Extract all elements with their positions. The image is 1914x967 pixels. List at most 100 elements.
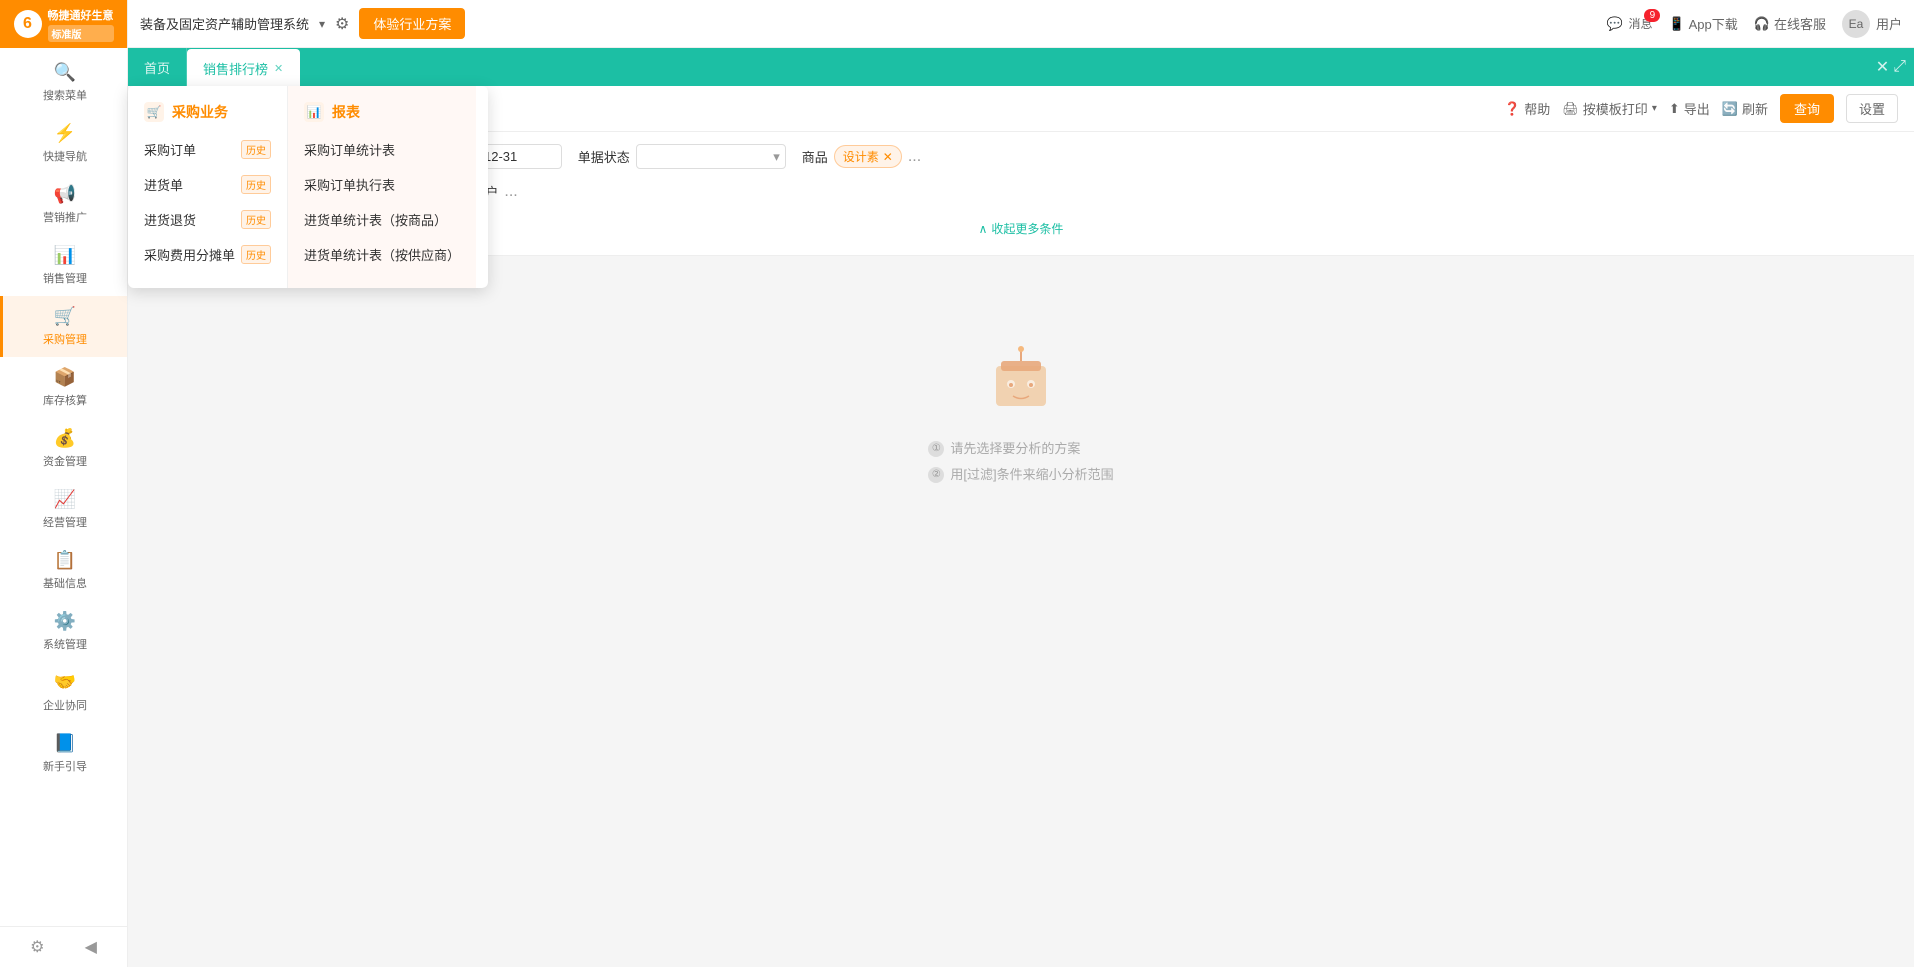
dropdown-item-purchase-order[interactable]: 采购订单 历史	[128, 132, 287, 167]
tab-close-icon[interactable]: ✕	[274, 62, 283, 75]
product-filter-dots[interactable]: ...	[908, 148, 921, 166]
sales-icon: 📊	[54, 245, 76, 266]
dropdown-col-purchase-header: 🛒 采购业务	[128, 102, 287, 132]
voucher-status-select-wrapper: ▾	[636, 144, 786, 169]
dropdown-item-goods-stats-supplier[interactable]: 进货单统计表（按供应商）	[288, 237, 476, 272]
dropdown-item-goods-return[interactable]: 进货退货 历史	[128, 202, 287, 237]
operations-icon: 📈	[54, 489, 76, 510]
sidebar-item-label: 企业协同	[43, 697, 87, 713]
sidebar-logo: 6 畅捷通好生意 标准版	[0, 0, 127, 48]
dropdown-col-report: 📊 报表 采购订单统计表 采购订单执行表 进货单统计表（按商品） 进货单统计表（…	[288, 86, 476, 288]
topbar: 装备及固定资产辅助管理系统 ▾ ⚙ 体验行业方案 💬 9 消息 📱 App下载 …	[128, 0, 1914, 48]
sidebar-item-search[interactable]: 🔍 搜索菜单	[0, 52, 127, 113]
logo-badge: 标准版	[48, 25, 114, 42]
refresh-button[interactable]: 🔄 刷新	[1722, 99, 1768, 118]
sidebar-nav: 🔍 搜索菜单 ⚡ 快捷导航 📢 营销推广 📊 销售管理 🛒 采购管理 📦 库存核…	[0, 48, 127, 926]
refresh-icon: 🔄	[1722, 101, 1738, 117]
system-dropdown-button[interactable]: ▾	[319, 17, 325, 31]
product-label: 商品	[802, 147, 828, 166]
avatar-initial: Ea	[1849, 17, 1864, 31]
enterprise-icon: 🤝	[54, 672, 76, 693]
online-service-label: 在线客服	[1774, 14, 1826, 33]
search-icon: 🔍	[54, 62, 76, 83]
sidebar-item-label: 搜索菜单	[43, 87, 87, 103]
tip-text-2: 用[过滤]条件来缩小分析范围	[950, 462, 1113, 488]
sidebar-item-quicknav[interactable]: ⚡ 快捷导航	[0, 113, 127, 174]
dropdown-item-label: 进货单	[144, 175, 183, 194]
headset-icon: 🎧	[1754, 16, 1770, 32]
marketing-icon: 📢	[54, 184, 76, 205]
dropdown-item-purchase-order-stats[interactable]: 采购订单统计表	[288, 132, 476, 167]
customer-filter-dots[interactable]: ...	[504, 183, 517, 201]
sidebar-item-purchase[interactable]: 🛒 采购管理	[0, 296, 127, 357]
collapse-arrow-icon: ∧	[979, 222, 988, 236]
settings-gear-button[interactable]: ⚙	[335, 14, 349, 34]
report-col-icon: 📊	[304, 102, 324, 122]
tabbar: 首页 销售排行榜 ✕ ✕ ⤢	[128, 48, 1914, 86]
sidebar-collapse-button[interactable]: ◀	[85, 937, 97, 957]
sidebar-item-system[interactable]: ⚙️ 系统管理	[0, 601, 127, 662]
dropdown-item-goods-receipt[interactable]: 进货单 历史	[128, 167, 287, 202]
sidebar-item-inventory[interactable]: 📦 库存核算	[0, 357, 127, 418]
voucher-status-select[interactable]	[636, 144, 786, 169]
purchase-col-title: 采购业务	[172, 102, 228, 122]
settings-button[interactable]: 设置	[1846, 94, 1898, 123]
online-service-button[interactable]: 🎧 在线客服	[1754, 14, 1826, 33]
quicknav-icon: ⚡	[54, 123, 76, 144]
sidebar-item-basic[interactable]: 📋 基础信息	[0, 540, 127, 601]
history-badge: 历史	[241, 175, 271, 194]
print-icon: 🖨	[1562, 101, 1579, 117]
message-button[interactable]: 💬 9 消息	[1607, 15, 1653, 32]
dropdown-item-purchase-order-exec[interactable]: 采购订单执行表	[288, 167, 476, 202]
sidebar-footer: ⚙ ◀	[0, 926, 127, 967]
dropdown-item-purchase-expense[interactable]: 采购费用分摊单 历史	[128, 237, 287, 272]
help-icon: ❓	[1504, 101, 1520, 117]
product-tag-close-icon[interactable]: ✕	[883, 150, 893, 164]
user-menu[interactable]: Ea 用户	[1842, 10, 1902, 38]
sidebar-item-finance[interactable]: 💰 资金管理	[0, 418, 127, 479]
tab-fullscreen-button[interactable]: ⤢	[1893, 58, 1906, 76]
purchase-icon: 🛒	[54, 306, 76, 327]
app-download-button[interactable]: 📱 App下载	[1668, 14, 1737, 33]
sidebar: 6 畅捷通好生意 标准版 🔍 搜索菜单 ⚡ 快捷导航 📢 营销推广 📊 销售管理…	[0, 0, 128, 967]
print-button[interactable]: 🖨 按模板打印 ▾	[1562, 99, 1657, 118]
collapse-label: 收起更多条件	[991, 220, 1063, 237]
tab-sales-rank[interactable]: 销售排行榜 ✕	[187, 49, 300, 87]
tip-item-2: ② 用[过滤]条件来缩小分析范围	[928, 462, 1113, 488]
sidebar-item-marketing[interactable]: 📢 营销推广	[0, 174, 127, 235]
export-button[interactable]: ⬆ 导出	[1669, 99, 1710, 118]
tab-actions: ✕ ⤢	[1876, 57, 1914, 77]
sidebar-item-enterprise[interactable]: 🤝 企业协同	[0, 662, 127, 723]
empty-tips: ① 请先选择要分析的方案 ② 用[过滤]条件来缩小分析范围	[928, 436, 1113, 488]
query-button[interactable]: 查询	[1780, 94, 1834, 123]
empty-state: ① 请先选择要分析的方案 ② 用[过滤]条件来缩小分析范围	[128, 256, 1914, 568]
help-button[interactable]: ❓ 帮助	[1504, 99, 1550, 118]
sidebar-item-operations[interactable]: 📈 经营管理	[0, 479, 127, 540]
voucher-status-group: 单据状态 ▾	[578, 144, 786, 169]
system-title: 装备及固定资产辅助管理系统	[140, 14, 309, 33]
sidebar-item-label: 采购管理	[43, 331, 87, 347]
sidebar-item-guide[interactable]: 📘 新手引导	[0, 723, 127, 784]
logo-icon: 6	[14, 10, 42, 38]
empty-illustration	[971, 336, 1071, 416]
sidebar-settings-button[interactable]: ⚙	[30, 937, 44, 957]
help-label: 帮助	[1524, 99, 1550, 118]
exp-industry-button[interactable]: 体验行业方案	[359, 8, 465, 39]
sidebar-item-sales[interactable]: 📊 销售管理	[0, 235, 127, 296]
inventory-icon: 📦	[54, 367, 76, 388]
refresh-label: 刷新	[1742, 99, 1768, 118]
sidebar-item-label: 新手引导	[43, 758, 87, 774]
product-tag[interactable]: 设计素 ✕	[834, 145, 902, 168]
sidebar-item-label: 快捷导航	[43, 148, 87, 164]
finance-icon: 💰	[54, 428, 76, 449]
avatar: Ea	[1842, 10, 1870, 38]
sidebar-item-label: 基础信息	[43, 575, 87, 591]
purchase-col-icon: 🛒	[144, 102, 164, 122]
tip-text-1: 请先选择要分析的方案	[950, 436, 1080, 462]
tab-close-all-button[interactable]: ✕	[1876, 57, 1889, 77]
message-badge: 9	[1644, 9, 1660, 22]
logo-text: 畅捷通好生意	[48, 7, 114, 23]
tab-sales-rank-label: 销售排行榜	[203, 59, 268, 78]
tab-home[interactable]: 首页	[128, 48, 187, 86]
dropdown-item-goods-stats-product[interactable]: 进货单统计表（按商品）	[288, 202, 476, 237]
